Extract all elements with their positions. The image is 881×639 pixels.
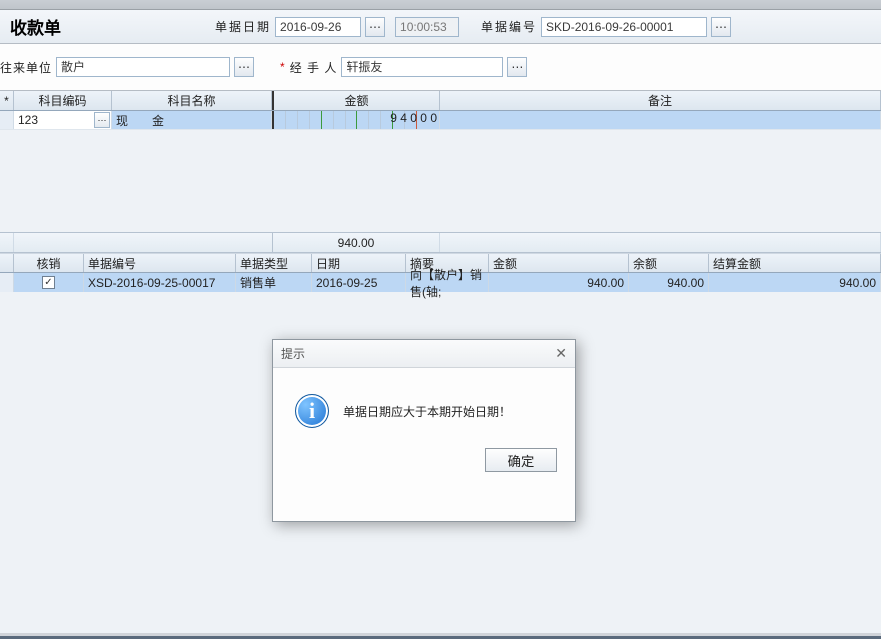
operator-label: 经 手 人: [290, 59, 338, 76]
date-picker-button[interactable]: ⋯: [365, 17, 385, 37]
page-title: 收款单: [0, 14, 215, 39]
col2-docno[interactable]: 单据编号: [84, 254, 236, 272]
verify-checkbox[interactable]: ✓: [42, 276, 55, 289]
col2-settle[interactable]: 结算金额: [709, 254, 881, 272]
row-marker-header: *: [0, 91, 14, 110]
alert-dialog: 提示 ✕ i 单据日期应大于本期开始日期！ 确定: [272, 339, 576, 522]
header-bar: 收款单 单据日期 2016-09-26 ⋯ 10:00:53 单据编号 SKD-…: [0, 10, 881, 44]
window-toolbar: [0, 0, 881, 10]
date-input[interactable]: 2016-09-26: [275, 17, 361, 37]
operator-lookup-button[interactable]: ⋯: [507, 57, 527, 77]
col2-amount[interactable]: 金额: [489, 254, 629, 272]
col2-balance[interactable]: 余额: [629, 254, 709, 272]
ledger-grid-header: * 科目编码 科目名称 金额 备注: [0, 91, 881, 111]
code-lookup-button[interactable]: ⋯: [94, 112, 110, 128]
col-name[interactable]: 科目名称: [112, 91, 272, 110]
ledger-total-row: 940.00: [0, 232, 881, 253]
dialog-body: i 单据日期应大于本期开始日期！: [273, 368, 575, 448]
row2-marker: [0, 273, 14, 292]
amount-cell[interactable]: 9 4 0 0 0: [272, 111, 440, 129]
date-label: 单据日期: [215, 18, 271, 35]
docno-cell: XSD-2016-09-25-00017: [84, 273, 236, 292]
operator-required-icon: *: [280, 60, 285, 74]
code-value: 123: [18, 113, 38, 127]
dialog-titlebar[interactable]: 提示 ✕: [273, 340, 575, 368]
code-cell[interactable]: 123 ⋯: [14, 111, 112, 129]
col2-marker: [0, 254, 14, 272]
docno-label: 单据编号: [481, 18, 537, 35]
close-icon[interactable]: ✕: [555, 345, 567, 362]
col-amount[interactable]: 金额: [272, 91, 440, 110]
amount2-cell: 940.00: [489, 273, 629, 292]
row-marker: [0, 111, 14, 129]
settle-cell[interactable]: 940.00: [709, 273, 881, 292]
party-lookup-button[interactable]: ⋯: [234, 57, 254, 77]
info-icon: i: [295, 394, 329, 428]
date-cell: 2016-09-25: [312, 273, 406, 292]
form-row: 往来单位 散户 ⋯ * 经 手 人 轩振友 ⋯: [0, 44, 881, 91]
operator-input[interactable]: 轩振友: [341, 57, 503, 77]
total-amount: 940.00: [272, 233, 440, 252]
amount-tick-grid: 9 4 0 0 0: [274, 111, 439, 129]
dialog-message: 单据日期应大于本期开始日期！: [343, 403, 511, 420]
dialog-footer: 确定: [273, 448, 575, 488]
docno-lookup-button[interactable]: ⋯: [711, 17, 731, 37]
party-label: 往来单位: [0, 59, 52, 76]
col-remark[interactable]: 备注: [440, 91, 881, 110]
ok-button[interactable]: 确定: [485, 448, 557, 472]
ledger-blank: [0, 130, 881, 232]
col-code[interactable]: 科目编码: [14, 91, 112, 110]
balance-cell: 940.00: [629, 273, 709, 292]
detail-row[interactable]: ✓ XSD-2016-09-25-00017 销售单 2016-09-25 向【…: [0, 273, 881, 292]
col2-date[interactable]: 日期: [312, 254, 406, 272]
ledger-row[interactable]: 123 ⋯ 现 金 9 4 0 0 0: [0, 111, 881, 130]
doctype-cell: 销售单: [236, 273, 312, 292]
summary-cell: 向【散户】销售(轴;: [406, 273, 489, 292]
col2-doctype[interactable]: 单据类型: [236, 254, 312, 272]
amount-digits: 9 4 0 0 0: [390, 111, 437, 125]
name-cell: 现 金: [112, 111, 272, 129]
docno-input[interactable]: SKD-2016-09-26-00001: [541, 17, 707, 37]
time-input: 10:00:53: [395, 17, 459, 37]
verify-cell[interactable]: ✓: [14, 273, 84, 292]
date-field-group: 单据日期 2016-09-26 ⋯ 10:00:53 单据编号 SKD-2016…: [215, 17, 731, 37]
remark-cell[interactable]: [440, 111, 881, 129]
col2-verify[interactable]: 核销: [14, 254, 84, 272]
dialog-title: 提示: [281, 345, 305, 362]
party-input[interactable]: 散户: [56, 57, 230, 77]
